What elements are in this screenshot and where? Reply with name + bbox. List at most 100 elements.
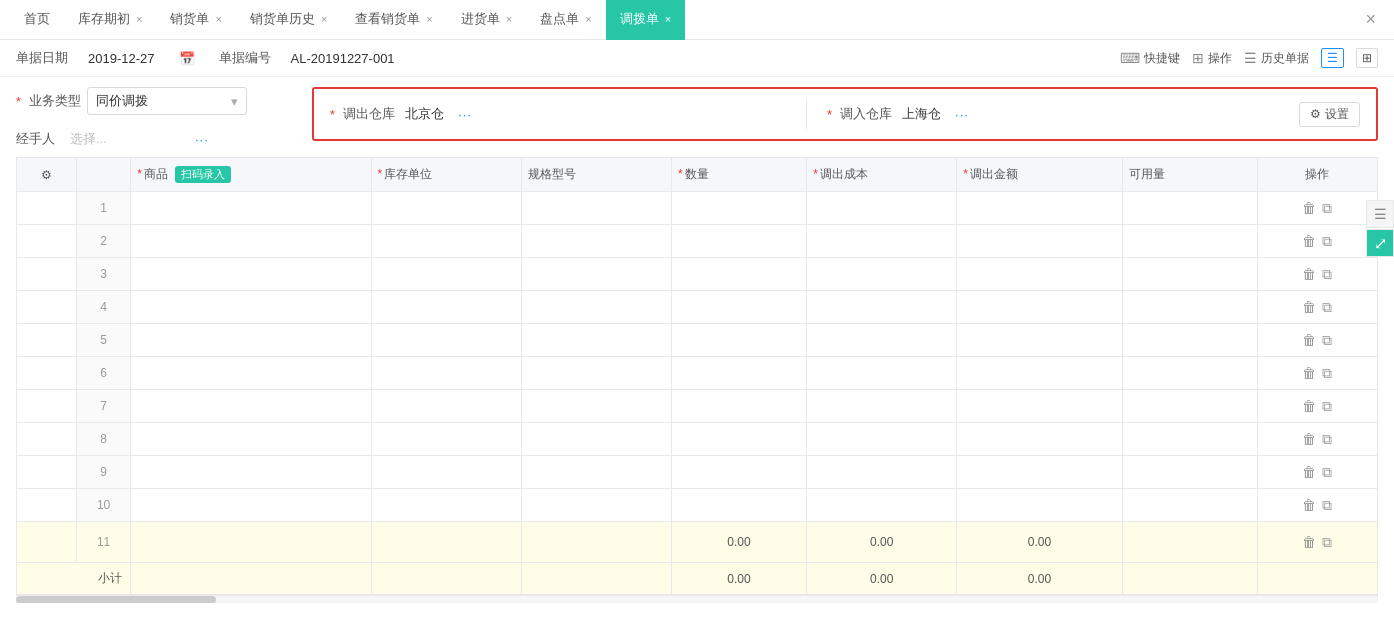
row-unit-cell[interactable] bbox=[371, 225, 521, 258]
row-amount-cell[interactable] bbox=[957, 489, 1122, 522]
tab-sales-order[interactable]: 销货单 × bbox=[156, 0, 235, 40]
tab-transfer[interactable]: 调拨单 × bbox=[606, 0, 685, 40]
delete-icon[interactable]: 🗑 bbox=[1302, 398, 1316, 414]
float-list-btn[interactable]: ☰ bbox=[1366, 200, 1394, 228]
row-cost-cell[interactable] bbox=[807, 225, 957, 258]
copy-icon[interactable]: ⧉ bbox=[1322, 534, 1332, 551]
row-unit-cell[interactable] bbox=[371, 489, 521, 522]
tab-view-sales[interactable]: 查看销货单 × bbox=[341, 0, 446, 40]
row-unit-cell[interactable] bbox=[371, 423, 521, 456]
row-product-cell[interactable] bbox=[131, 225, 371, 258]
row-qty-cell[interactable] bbox=[671, 489, 806, 522]
row-cost-cell[interactable] bbox=[807, 192, 957, 225]
row-qty-cell[interactable] bbox=[671, 291, 806, 324]
row-product-cell[interactable] bbox=[131, 258, 371, 291]
row-cost-cell[interactable] bbox=[807, 258, 957, 291]
tab-stocktake[interactable]: 盘点单 × bbox=[526, 0, 605, 40]
row-qty-cell[interactable] bbox=[671, 225, 806, 258]
tab-close-transfer[interactable]: × bbox=[665, 13, 671, 25]
history-btn[interactable]: ☰ 历史单据 bbox=[1244, 50, 1309, 67]
copy-icon[interactable]: ⧉ bbox=[1322, 398, 1332, 415]
copy-icon[interactable]: ⧉ bbox=[1322, 233, 1332, 250]
person-more-btn[interactable]: ··· bbox=[195, 132, 209, 147]
row-spec-cell[interactable] bbox=[521, 423, 671, 456]
row-qty-cell[interactable] bbox=[671, 258, 806, 291]
settings-btn[interactable]: ⚙ 设置 bbox=[1299, 102, 1360, 127]
row-qty-cell[interactable] bbox=[671, 357, 806, 390]
row-product-cell[interactable] bbox=[131, 456, 371, 489]
delete-icon[interactable]: 🗑 bbox=[1302, 534, 1316, 550]
row-qty-cell[interactable] bbox=[671, 423, 806, 456]
row-spec-cell[interactable] bbox=[521, 456, 671, 489]
row-amount-cell[interactable] bbox=[957, 423, 1122, 456]
copy-icon[interactable]: ⧉ bbox=[1322, 266, 1332, 283]
row-spec-cell[interactable] bbox=[521, 291, 671, 324]
delete-icon[interactable]: 🗑 bbox=[1302, 431, 1316, 447]
scan-input-btn[interactable]: 扫码录入 bbox=[175, 166, 231, 183]
row-unit-cell[interactable] bbox=[371, 357, 521, 390]
row-unit-cell[interactable] bbox=[371, 390, 521, 423]
tab-close-sales-order[interactable]: × bbox=[215, 13, 221, 25]
copy-icon[interactable]: ⧉ bbox=[1322, 332, 1332, 349]
row-cost-cell[interactable] bbox=[807, 357, 957, 390]
close-all-tabs[interactable]: × bbox=[1357, 9, 1384, 30]
row-cost-cell[interactable] bbox=[807, 489, 957, 522]
copy-icon[interactable]: ⧉ bbox=[1322, 464, 1332, 481]
row-product-cell[interactable] bbox=[131, 192, 371, 225]
col-settings-header[interactable]: ⚙ bbox=[17, 158, 77, 192]
delete-icon[interactable]: 🗑 bbox=[1302, 233, 1316, 249]
delete-icon[interactable]: 🗑 bbox=[1302, 464, 1316, 480]
row-unit-cell[interactable] bbox=[371, 456, 521, 489]
copy-icon[interactable]: ⧉ bbox=[1322, 497, 1332, 514]
row-unit-cell[interactable] bbox=[371, 258, 521, 291]
row-spec-cell[interactable] bbox=[521, 192, 671, 225]
row-cost-cell[interactable] bbox=[807, 324, 957, 357]
row-spec-cell[interactable] bbox=[521, 357, 671, 390]
row-qty-cell[interactable] bbox=[671, 324, 806, 357]
row-amount-cell[interactable] bbox=[957, 192, 1122, 225]
row-cost-cell[interactable] bbox=[807, 390, 957, 423]
shortcuts-btn[interactable]: ⌨ 快捷键 bbox=[1120, 50, 1180, 67]
delete-icon[interactable]: 🗑 bbox=[1302, 299, 1316, 315]
row-qty-cell[interactable] bbox=[671, 192, 806, 225]
float-expand-btn[interactable]: ⤢ bbox=[1366, 229, 1394, 257]
horizontal-scrollbar[interactable] bbox=[16, 595, 1378, 603]
delete-icon[interactable]: 🗑 bbox=[1302, 332, 1316, 348]
row-amount-cell[interactable] bbox=[957, 390, 1122, 423]
scroll-thumb[interactable] bbox=[16, 596, 216, 603]
row-qty-cell[interactable] bbox=[671, 390, 806, 423]
tab-inventory-init[interactable]: 库存期初 × bbox=[64, 0, 156, 40]
row-product-cell[interactable] bbox=[131, 423, 371, 456]
copy-icon[interactable]: ⧉ bbox=[1322, 365, 1332, 382]
row-amount-cell[interactable] bbox=[957, 258, 1122, 291]
tab-home[interactable]: 首页 bbox=[10, 0, 64, 40]
delete-icon[interactable]: 🗑 bbox=[1302, 365, 1316, 381]
calendar-icon[interactable]: 📅 bbox=[179, 51, 195, 66]
tab-close-inventory-init[interactable]: × bbox=[136, 13, 142, 25]
layout-grid-btn[interactable]: ⊞ bbox=[1356, 48, 1378, 68]
tab-close-stocktake[interactable]: × bbox=[585, 13, 591, 25]
row-product-cell[interactable] bbox=[131, 291, 371, 324]
row-cost-cell[interactable] bbox=[807, 423, 957, 456]
row-amount-cell[interactable] bbox=[957, 456, 1122, 489]
delete-icon[interactable]: 🗑 bbox=[1302, 266, 1316, 282]
tab-sales-history[interactable]: 销货单历史 × bbox=[236, 0, 341, 40]
delete-icon[interactable]: 🗑 bbox=[1302, 200, 1316, 216]
row-spec-cell[interactable] bbox=[521, 489, 671, 522]
tab-close-purchase[interactable]: × bbox=[506, 13, 512, 25]
row-product-cell[interactable] bbox=[131, 390, 371, 423]
row-spec-cell[interactable] bbox=[521, 258, 671, 291]
row-spec-cell[interactable] bbox=[521, 225, 671, 258]
row-amount-cell[interactable] bbox=[957, 291, 1122, 324]
row-amount-cell[interactable] bbox=[957, 357, 1122, 390]
row-cost-cell[interactable] bbox=[807, 456, 957, 489]
row-product-cell[interactable] bbox=[131, 357, 371, 390]
layout-list-btn[interactable]: ☰ bbox=[1321, 48, 1344, 68]
person-select[interactable]: 选择... bbox=[61, 125, 181, 153]
tab-purchase[interactable]: 进货单 × bbox=[447, 0, 526, 40]
row-unit-cell[interactable] bbox=[371, 291, 521, 324]
in-warehouse-more-btn[interactable]: ··· bbox=[955, 107, 969, 122]
operations-btn[interactable]: ⊞ 操作 bbox=[1192, 50, 1232, 67]
row-spec-cell[interactable] bbox=[521, 324, 671, 357]
tab-close-view-sales[interactable]: × bbox=[426, 13, 432, 25]
